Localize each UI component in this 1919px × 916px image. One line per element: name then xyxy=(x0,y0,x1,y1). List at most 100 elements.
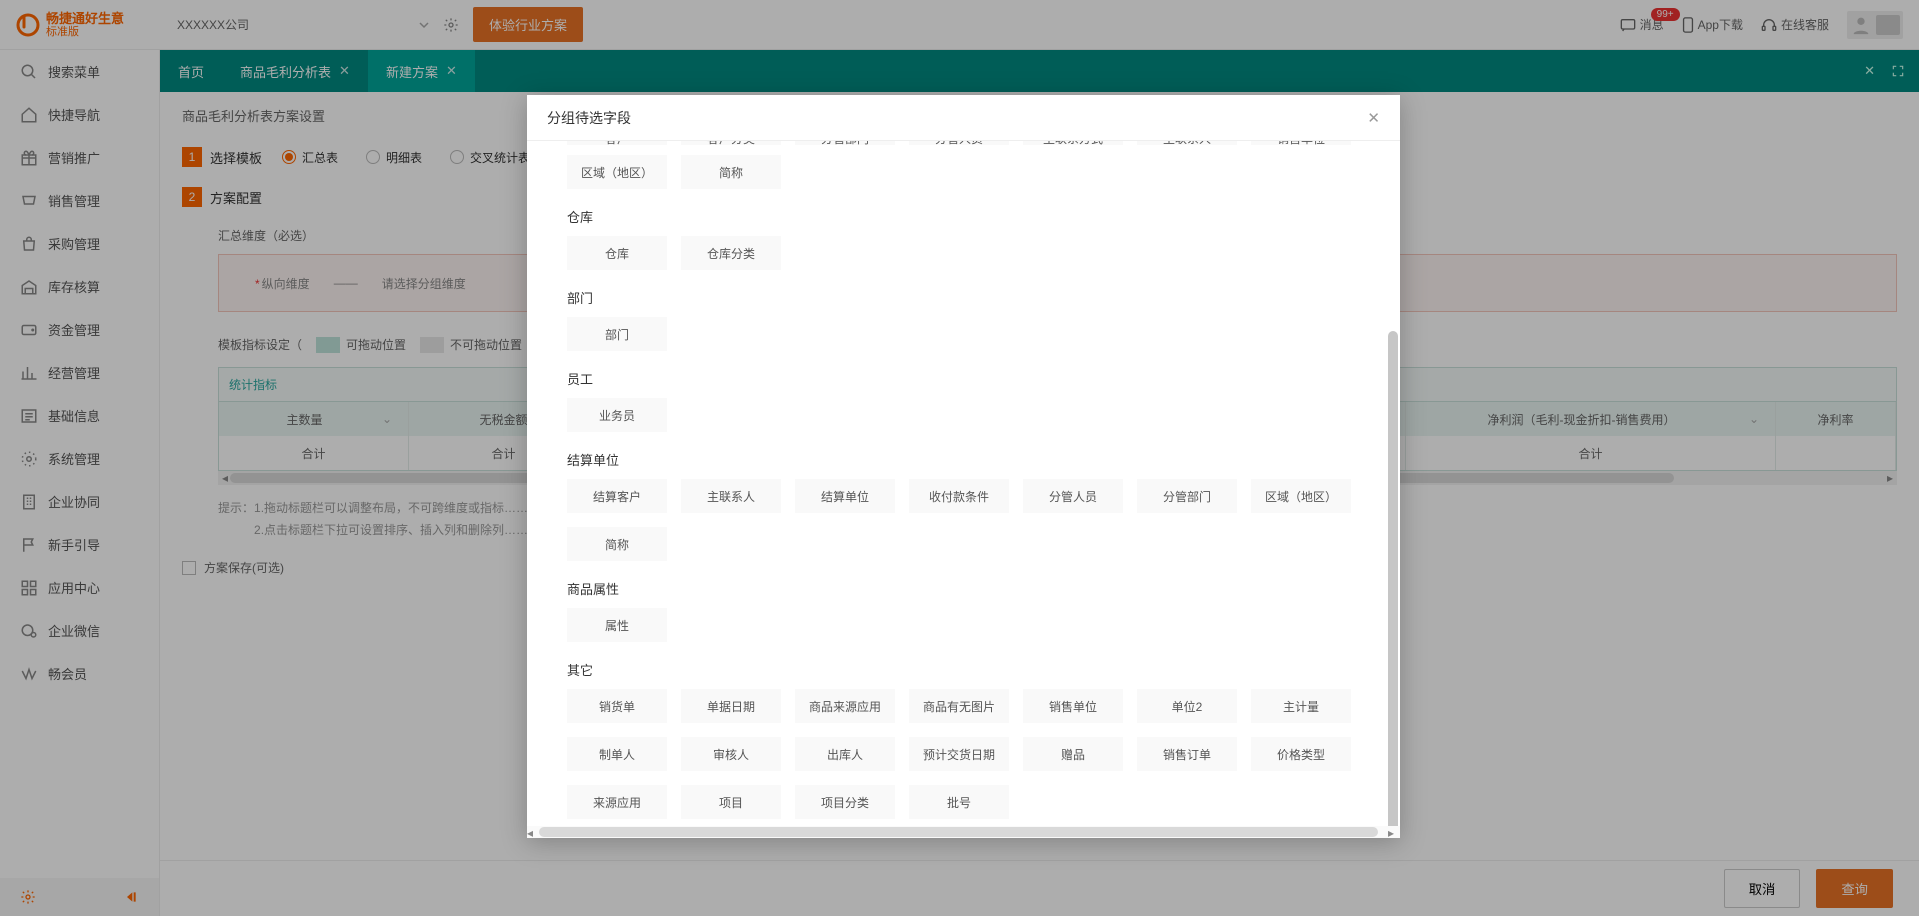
field-chip[interactable]: 销货单 xyxy=(567,689,667,723)
chip-label: 分管人员 xyxy=(935,141,983,145)
field-chip[interactable]: 简称 xyxy=(567,527,667,561)
modal-hscroll[interactable]: ◂ ▸ xyxy=(527,826,1400,838)
chip-label: 预计交货日期 xyxy=(923,746,995,763)
scroll-left-icon[interactable]: ◂ xyxy=(527,826,539,838)
field-group-settle: 结算客户 主联系人 结算单位 收付款条件 分管人员 分管部门 区域（地区） 简称 xyxy=(567,479,1367,561)
field-chip[interactable]: 收付款条件 xyxy=(909,479,1009,513)
chip-label: 来源应用 xyxy=(593,794,641,811)
chip-label: 客户分类 xyxy=(707,141,755,145)
chip-label: 收付款条件 xyxy=(929,488,989,505)
chip-label: 简称 xyxy=(605,536,629,553)
chip-label: 属性 xyxy=(605,617,629,634)
field-chip[interactable]: 项目 xyxy=(681,785,781,819)
chip-label: 区域（地区） xyxy=(581,164,653,181)
modal-body: 客户 客户分类 分管部门 分管人员 主联系方式 主联系人 销售单位 区域（地区）… xyxy=(527,141,1400,826)
field-chip[interactable]: 单位2 xyxy=(1137,689,1237,723)
field-chip[interactable]: 销售单位 xyxy=(1023,689,1123,723)
field-group-other: 销货单 单据日期 商品来源应用 商品有无图片 销售单位 单位2 主计量 制单人 … xyxy=(567,689,1367,819)
chip-label: 主联系人 xyxy=(1163,141,1211,145)
chip-label: 分管部门 xyxy=(1163,488,1211,505)
field-chip[interactable]: 分管人员 xyxy=(1023,479,1123,513)
group-title-staff: 员工 xyxy=(567,369,1400,388)
chip-label: 出库人 xyxy=(827,746,863,763)
field-chip[interactable]: 制单人 xyxy=(567,737,667,771)
chip-label: 主联系人 xyxy=(707,488,755,505)
field-group-attr: 属性 xyxy=(567,608,1400,642)
field-group-customer-row2: 区域（地区） 简称 xyxy=(567,155,1400,189)
field-chip[interactable]: 来源应用 xyxy=(567,785,667,819)
chip-label: 赠品 xyxy=(1061,746,1085,763)
field-chip[interactable]: 区域（地区） xyxy=(567,155,667,189)
field-chip[interactable]: 仓库分类 xyxy=(681,236,781,270)
field-chip[interactable]: 主联系人 xyxy=(681,479,781,513)
chip-label: 分管人员 xyxy=(1049,488,1097,505)
chip-label: 部门 xyxy=(605,326,629,343)
field-chip[interactable]: 批号 xyxy=(909,785,1009,819)
field-chip[interactable]: 部门 xyxy=(567,317,667,351)
chip-label: 审核人 xyxy=(713,746,749,763)
field-chip[interactable]: 商品来源应用 xyxy=(795,689,895,723)
group-title-other: 其它 xyxy=(567,660,1400,679)
chip-label: 主联系方式 xyxy=(1043,141,1103,145)
group-title-warehouse: 仓库 xyxy=(567,207,1400,226)
chip-label: 仓库分类 xyxy=(707,245,755,262)
field-chip[interactable]: 项目分类 xyxy=(795,785,895,819)
field-chip[interactable]: 审核人 xyxy=(681,737,781,771)
field-selector-modal: 分组待选字段 ✕ 客户 客户分类 分管部门 分管人员 主联系方式 主联系人 销售… xyxy=(527,95,1400,838)
group-title-attr: 商品属性 xyxy=(567,579,1400,598)
group-title-dept: 部门 xyxy=(567,288,1400,307)
group-title-settle: 结算单位 xyxy=(567,450,1400,469)
field-chip[interactable]: 分管部门 xyxy=(795,141,895,145)
chip-label: 结算客户 xyxy=(593,488,641,505)
chip-label: 单据日期 xyxy=(707,698,755,715)
modal-vscroll[interactable] xyxy=(1388,141,1398,826)
chip-label: 商品来源应用 xyxy=(809,698,881,715)
field-chip[interactable]: 结算单位 xyxy=(795,479,895,513)
close-icon[interactable]: ✕ xyxy=(1367,109,1380,127)
field-chip[interactable]: 主联系人 xyxy=(1137,141,1237,145)
chip-label: 销售订单 xyxy=(1163,746,1211,763)
field-chip[interactable]: 客户分类 xyxy=(681,141,781,145)
scroll-thumb[interactable] xyxy=(539,827,1378,837)
chip-label: 区域（地区） xyxy=(1265,488,1337,505)
chip-label: 价格类型 xyxy=(1277,746,1325,763)
chip-label: 主计量 xyxy=(1283,698,1319,715)
field-chip[interactable]: 预计交货日期 xyxy=(909,737,1009,771)
field-chip[interactable]: 结算客户 xyxy=(567,479,667,513)
chip-label: 仓库 xyxy=(605,245,629,262)
chip-label: 项目 xyxy=(719,794,743,811)
chip-label: 批号 xyxy=(947,794,971,811)
field-chip[interactable]: 属性 xyxy=(567,608,667,642)
field-chip[interactable]: 客户 xyxy=(567,141,667,145)
field-chip[interactable]: 出库人 xyxy=(795,737,895,771)
chip-label: 销售单位 xyxy=(1277,141,1325,145)
chip-label: 分管部门 xyxy=(821,141,869,145)
chip-label: 商品有无图片 xyxy=(923,698,995,715)
chip-label: 制单人 xyxy=(599,746,635,763)
chip-label: 销售单位 xyxy=(1049,698,1097,715)
field-chip[interactable]: 销售订单 xyxy=(1137,737,1237,771)
chip-label: 单位2 xyxy=(1172,698,1203,715)
field-chip[interactable]: 销售单位 xyxy=(1251,141,1351,145)
field-chip[interactable]: 商品有无图片 xyxy=(909,689,1009,723)
field-group-staff: 业务员 xyxy=(567,398,1400,432)
field-chip[interactable]: 简称 xyxy=(681,155,781,189)
field-chip[interactable]: 价格类型 xyxy=(1251,737,1351,771)
field-chip[interactable]: 赠品 xyxy=(1023,737,1123,771)
field-chip[interactable]: 分管部门 xyxy=(1137,479,1237,513)
chip-label: 业务员 xyxy=(599,407,635,424)
field-chip[interactable]: 区域（地区） xyxy=(1251,479,1351,513)
field-chip[interactable]: 单据日期 xyxy=(681,689,781,723)
scroll-right-icon[interactable]: ▸ xyxy=(1388,826,1400,838)
field-chip[interactable]: 仓库 xyxy=(567,236,667,270)
scroll-thumb[interactable] xyxy=(1388,331,1398,826)
field-chip[interactable]: 分管人员 xyxy=(909,141,1009,145)
chip-label: 简称 xyxy=(719,164,743,181)
field-group-warehouse: 仓库 仓库分类 xyxy=(567,236,1400,270)
chip-label: 结算单位 xyxy=(821,488,869,505)
field-chip[interactable]: 主计量 xyxy=(1251,689,1351,723)
field-chip[interactable]: 主联系方式 xyxy=(1023,141,1123,145)
field-chip[interactable]: 业务员 xyxy=(567,398,667,432)
modal-title: 分组待选字段 xyxy=(547,108,631,128)
modal-header: 分组待选字段 ✕ xyxy=(527,95,1400,141)
